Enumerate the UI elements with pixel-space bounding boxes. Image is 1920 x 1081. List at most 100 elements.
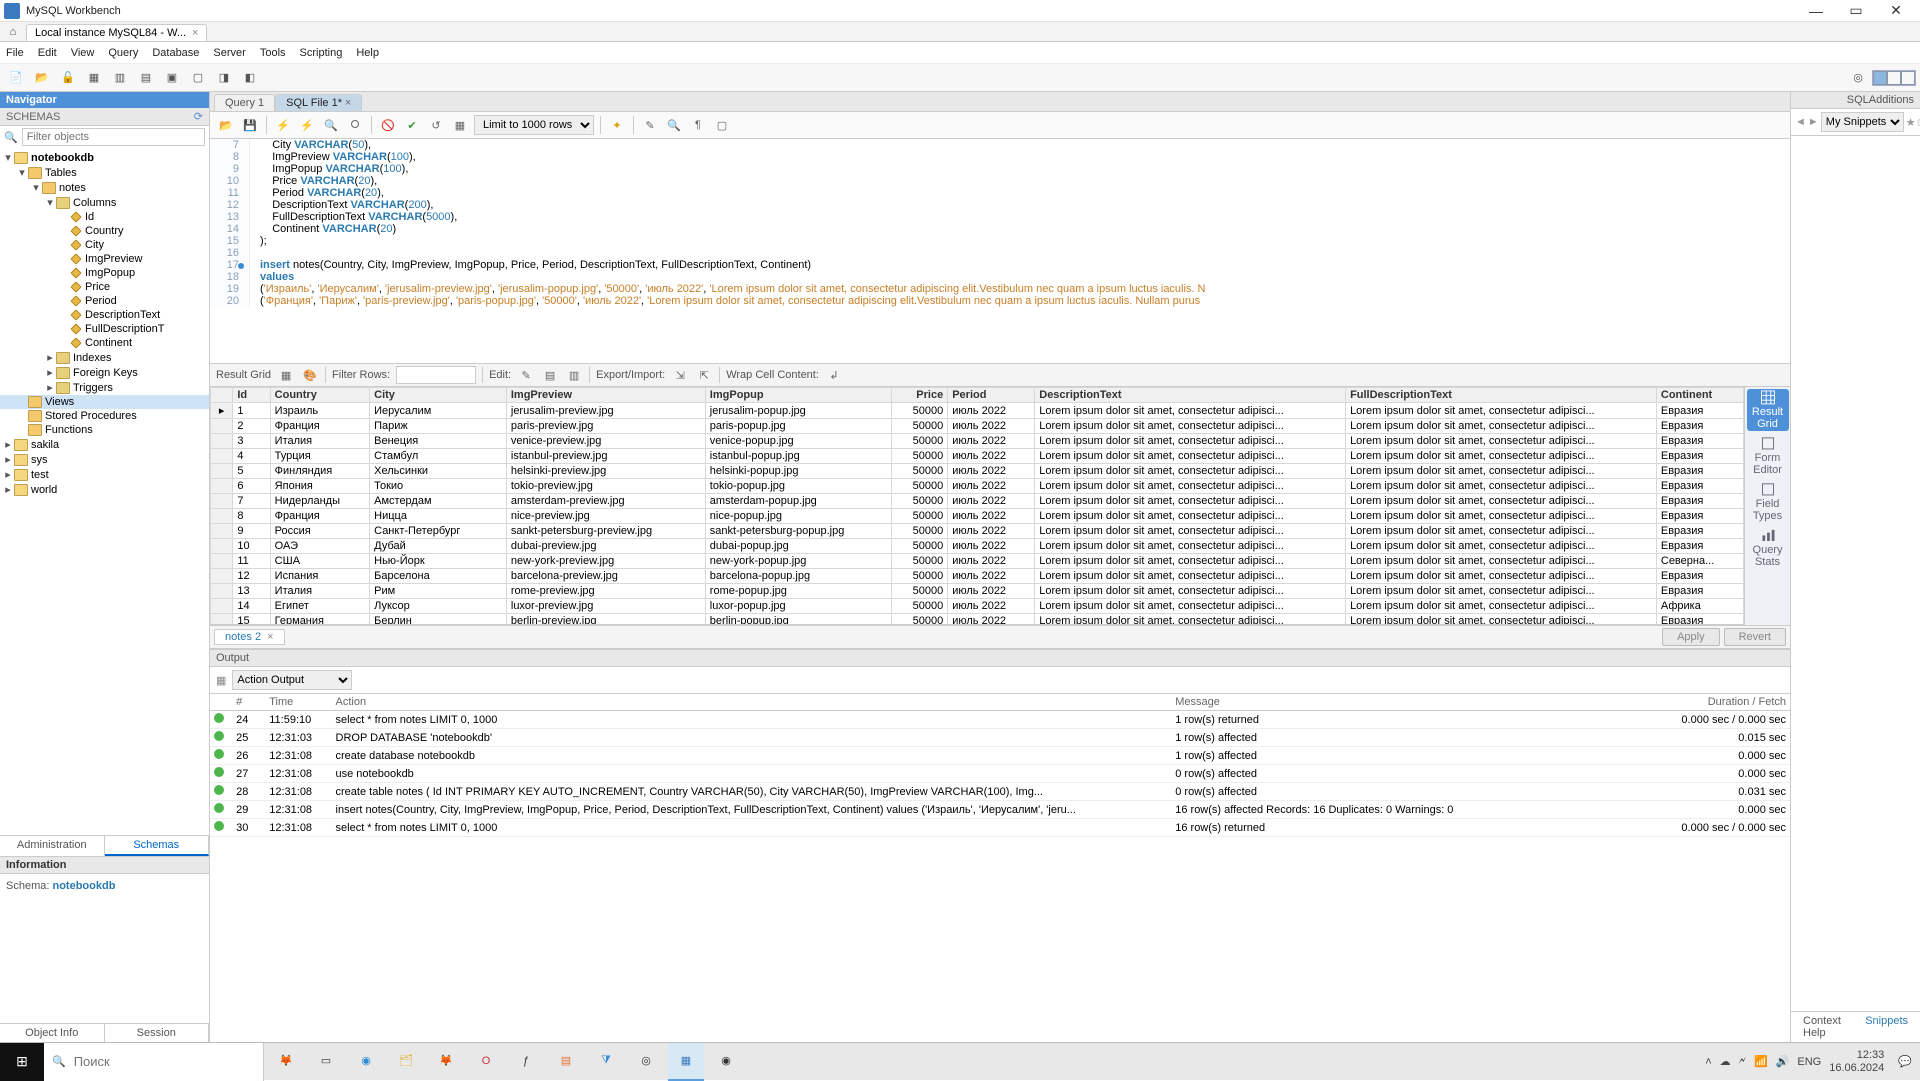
taskbar-obs-icon[interactable]: ◉ xyxy=(708,1043,744,1081)
tb-icon-5[interactable]: ▥ xyxy=(108,66,132,90)
tray-lang[interactable]: ENG xyxy=(1797,1056,1821,1068)
open-sql-icon[interactable]: 📂 xyxy=(30,66,54,90)
taskbar-search-input[interactable] xyxy=(74,1054,250,1069)
tree-fks[interactable]: Foreign Keys xyxy=(73,367,138,379)
taskbar-search[interactable]: 🔍 xyxy=(44,1043,264,1081)
tree-db-other[interactable]: world xyxy=(31,484,57,496)
side-field-types[interactable]: Field Types xyxy=(1747,481,1789,523)
filter-objects-input[interactable] xyxy=(22,128,205,146)
new-sql-icon[interactable]: 📄 xyxy=(4,66,28,90)
inspector-icon[interactable]: 🔓 xyxy=(56,66,80,90)
tray-chevron-icon[interactable]: ˄ xyxy=(1705,1056,1711,1068)
taskbar-firefox-icon[interactable]: 🦊 xyxy=(268,1043,304,1081)
menu-database[interactable]: Database xyxy=(152,47,199,59)
stop-grey-icon[interactable]: ⭘ xyxy=(345,115,365,135)
tree-indexes[interactable]: Indexes xyxy=(73,352,112,364)
taskbar-xampp-icon[interactable]: ▤ xyxy=(548,1043,584,1081)
menu-tools[interactable]: Tools xyxy=(260,47,286,59)
home-icon[interactable]: ⌂ xyxy=(4,23,22,41)
tab-administration[interactable]: Administration xyxy=(0,836,105,856)
tb-settings-icon[interactable]: ◎ xyxy=(1846,66,1870,90)
tb-misc3-icon[interactable]: ¶ xyxy=(688,115,708,135)
import-icon[interactable]: ⇱ xyxy=(695,366,713,384)
edit-icon-1[interactable]: ✎ xyxy=(517,366,535,384)
maximize-button[interactable]: ▭ xyxy=(1836,0,1876,22)
taskbar-vscode-icon[interactable]: ⧩ xyxy=(588,1043,624,1081)
tab-snippets[interactable]: Snippets xyxy=(1857,1014,1916,1040)
tree-tables[interactable]: Tables xyxy=(45,167,77,179)
autocommit-icon[interactable]: ▦ xyxy=(450,115,470,135)
tree-views[interactable]: Views xyxy=(45,396,74,408)
commit-icon[interactable]: ✔ xyxy=(402,115,422,135)
menu-help[interactable]: Help xyxy=(356,47,379,59)
tree-triggers[interactable]: Triggers xyxy=(73,382,113,394)
taskbar-clock[interactable]: 12:3316.06.2024 xyxy=(1829,1049,1890,1073)
tb-icon-8[interactable]: ▢ xyxy=(186,66,210,90)
sql-editor[interactable]: 7 City VARCHAR(50),8 ImgPreview VARCHAR(… xyxy=(210,139,1790,364)
system-tray[interactable]: ˄ ☁ 🗲 📶 🔊 ENG 12:3316.06.2024 💬 xyxy=(1697,1049,1920,1073)
tree-db-other[interactable]: sys xyxy=(31,454,48,466)
rg-form-icon[interactable]: 🎨 xyxy=(301,366,319,384)
result-tab-notes2[interactable]: notes 2× xyxy=(214,629,285,645)
tree-column[interactable]: FullDescriptionT xyxy=(85,323,164,335)
sqladd-prev-icon[interactable]: ◄ xyxy=(1795,113,1806,131)
explain-icon[interactable]: 🔍 xyxy=(321,115,341,135)
tray-cloud-icon[interactable]: ☁ xyxy=(1720,1055,1731,1068)
tree-funcs[interactable]: Functions xyxy=(45,424,93,436)
taskbar-firefox2-icon[interactable]: 🦊 xyxy=(428,1043,464,1081)
side-result-grid[interactable]: Result Grid xyxy=(1747,389,1789,431)
tb-icon-10[interactable]: ◧ xyxy=(238,66,262,90)
filter-rows-input[interactable] xyxy=(396,366,476,384)
tree-column[interactable]: Period xyxy=(85,295,117,307)
taskbar-workbench-icon[interactable]: ▦ xyxy=(668,1043,704,1081)
close-icon[interactable]: × xyxy=(267,631,273,643)
tray-battery-icon[interactable]: 🗲 xyxy=(1739,1055,1746,1068)
taskbar-taskview-icon[interactable]: ▭ xyxy=(308,1043,344,1081)
tree-table-notes[interactable]: notes xyxy=(59,182,86,194)
start-button[interactable]: ⊞ xyxy=(0,1043,44,1081)
tb-misc4-icon[interactable]: ▢ xyxy=(712,115,732,135)
tree-column[interactable]: Id xyxy=(85,211,94,223)
tab-session[interactable]: Session xyxy=(105,1024,210,1042)
taskbar-edge-icon[interactable]: ◉ xyxy=(348,1043,384,1081)
tree-column[interactable]: Price xyxy=(85,281,110,293)
tree-sprocs[interactable]: Stored Procedures xyxy=(45,410,137,422)
execute-current-icon[interactable]: ⚡ xyxy=(297,115,317,135)
close-icon[interactable]: × xyxy=(345,97,351,109)
tree-columns[interactable]: Columns xyxy=(73,197,116,209)
menu-file[interactable]: File xyxy=(6,47,24,59)
menu-scripting[interactable]: Scripting xyxy=(300,47,343,59)
tb-icon-7[interactable]: ▣ xyxy=(160,66,184,90)
tab-context-help[interactable]: Context Help xyxy=(1795,1014,1853,1040)
rollback-icon[interactable]: ↺ xyxy=(426,115,446,135)
menu-edit[interactable]: Edit xyxy=(38,47,57,59)
close-button[interactable]: ✕ xyxy=(1876,0,1916,22)
output-grid[interactable]: #TimeActionMessageDuration / Fetch2411:5… xyxy=(210,694,1790,1042)
tb-icon-4[interactable]: ▦ xyxy=(82,66,106,90)
close-icon[interactable]: × xyxy=(192,27,198,39)
tb-icon-9[interactable]: ◨ xyxy=(212,66,236,90)
output-type-select[interactable]: Action Output xyxy=(232,670,352,690)
open-file-icon[interactable]: 📂 xyxy=(216,115,236,135)
minimize-button[interactable]: — xyxy=(1796,0,1836,22)
sqladd-next-icon[interactable]: ► xyxy=(1808,113,1819,131)
notifications-icon[interactable]: 💬 xyxy=(1898,1055,1912,1068)
menu-query[interactable]: Query xyxy=(108,47,138,59)
menu-server[interactable]: Server xyxy=(213,47,245,59)
tree-db-other[interactable]: test xyxy=(31,469,49,481)
tb-icon-6[interactable]: ▤ xyxy=(134,66,158,90)
tree-column[interactable]: ImgPreview xyxy=(85,253,142,265)
schema-tree[interactable]: ▾notebookdb ▾Tables ▾notes ▾Columns IdCo… xyxy=(0,148,209,835)
result-grid[interactable]: IdCountryCityImgPreviewImgPopupPricePeri… xyxy=(210,387,1744,625)
wrap-icon[interactable]: ↲ xyxy=(825,366,843,384)
tab-schemas[interactable]: Schemas xyxy=(105,836,210,856)
tree-column[interactable]: ImgPopup xyxy=(85,267,135,279)
taskbar-figma-icon[interactable]: ƒ xyxy=(508,1043,544,1081)
tree-db-other[interactable]: sakila xyxy=(31,439,59,451)
export-icon[interactable]: ⇲ xyxy=(671,366,689,384)
sqladd-star-icon[interactable]: ★ xyxy=(1906,113,1916,131)
side-form-editor[interactable]: Form Editor xyxy=(1747,435,1789,477)
layout-panes[interactable] xyxy=(1872,70,1916,86)
tray-wifi-icon[interactable]: 📶 xyxy=(1754,1055,1768,1068)
tree-column[interactable]: Country xyxy=(85,225,124,237)
